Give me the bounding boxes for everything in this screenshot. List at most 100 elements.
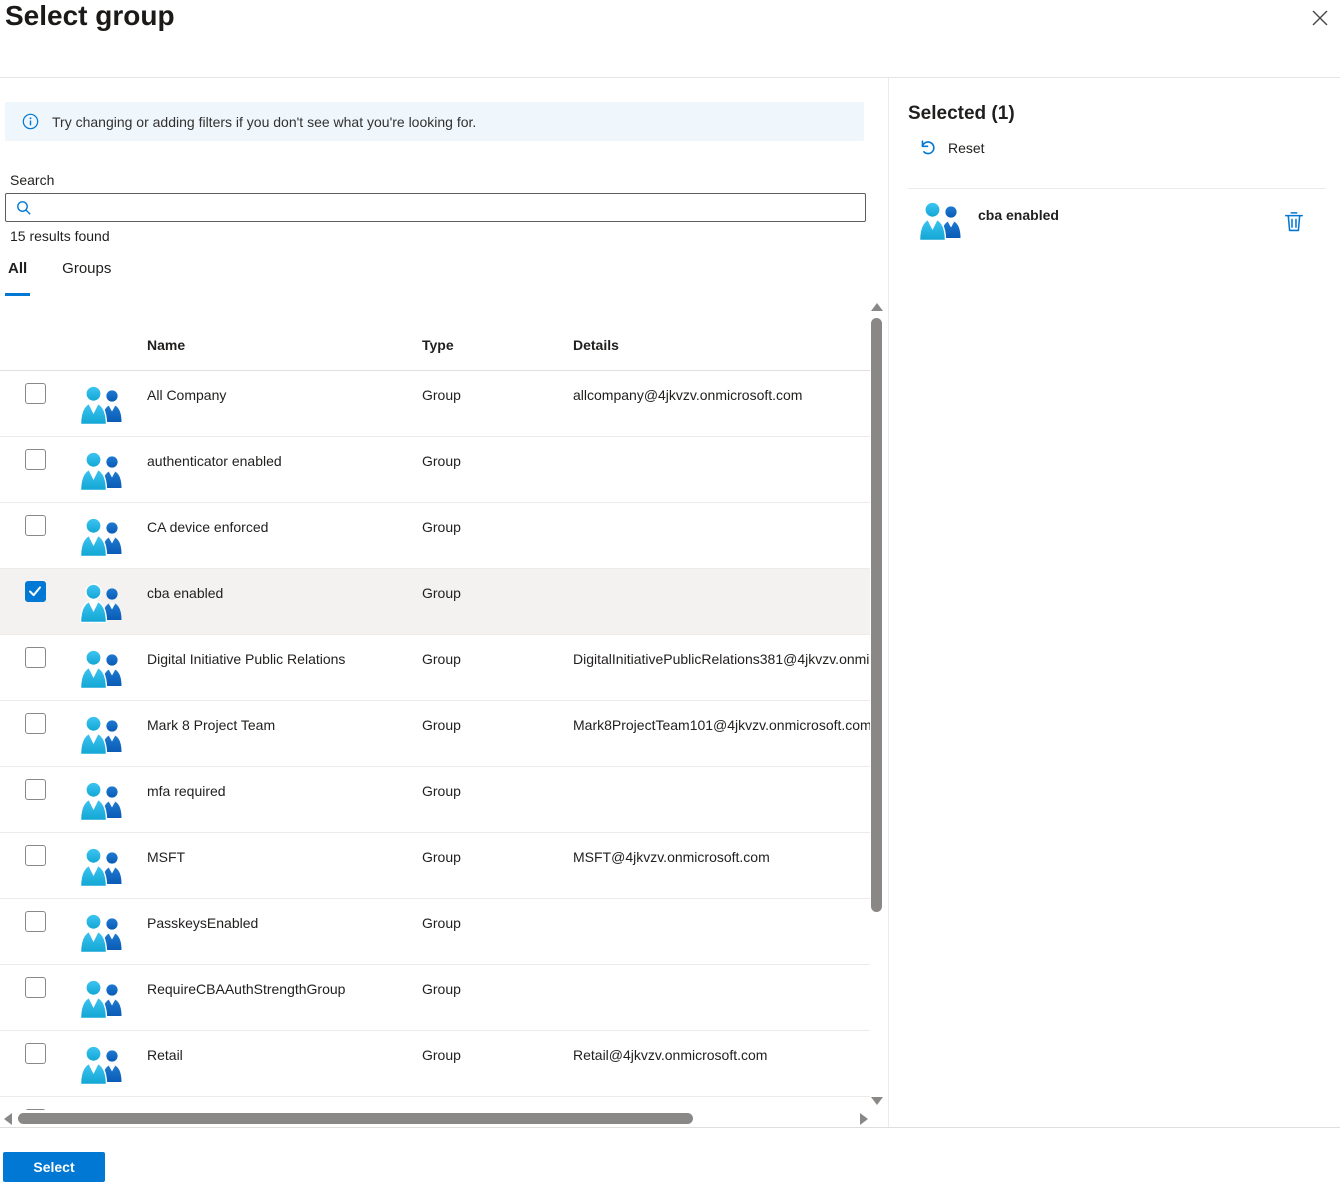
- row-checkbox[interactable]: [25, 515, 46, 536]
- info-banner: Try changing or adding filters if you do…: [5, 102, 864, 141]
- row-name: mfa required: [147, 783, 415, 799]
- horizontal-scrollbar-thumb[interactable]: [18, 1113, 693, 1124]
- row-checkbox[interactable]: [25, 1043, 46, 1064]
- row-checkbox[interactable]: [25, 977, 46, 998]
- info-icon: [22, 113, 39, 130]
- column-header-name: Name: [147, 337, 185, 353]
- row-name: CA device enforced: [147, 519, 415, 535]
- reset-button[interactable]: Reset: [918, 138, 985, 157]
- group-icon: [79, 913, 125, 953]
- scroll-left-arrow-icon[interactable]: [4, 1113, 12, 1125]
- row-type: Group: [422, 849, 567, 865]
- results-count: 15 results found: [10, 228, 110, 244]
- group-icon: [918, 201, 964, 241]
- row-details: Retail@4jkvzv.onmicrosoft.com: [573, 1047, 870, 1063]
- row-type: Group: [422, 453, 567, 469]
- table-row[interactable]: PasskeysEnabled Group: [0, 899, 870, 965]
- tab-bar: All Groups: [8, 260, 111, 287]
- row-name: Digital Initiative Public Relations: [147, 651, 415, 667]
- select-group-dialog: Select group Try changing or adding filt…: [0, 0, 1340, 1188]
- row-details: DigitalInitiativePublicRelations381@4jkv…: [573, 651, 870, 667]
- search-icon: [16, 200, 32, 216]
- group-icon: [79, 451, 125, 491]
- row-checkbox[interactable]: [25, 779, 46, 800]
- group-icon: [79, 1045, 125, 1085]
- panel-divider: [888, 78, 889, 1127]
- table-row[interactable]: Sales and Marketing Group salesandmarket…: [0, 1097, 870, 1110]
- scroll-down-arrow-icon[interactable]: [871, 1097, 883, 1105]
- footer-divider: [0, 1127, 1340, 1128]
- active-tab-underline: [5, 293, 30, 296]
- row-checkbox[interactable]: [25, 1109, 46, 1110]
- selected-panel-title: Selected (1): [908, 103, 1015, 125]
- row-name: PasskeysEnabled: [147, 915, 415, 931]
- search-label: Search: [10, 172, 54, 188]
- group-icon: [79, 385, 125, 425]
- group-icon: [79, 715, 125, 755]
- group-table: Name Type Details All Company Group allc…: [0, 300, 870, 1110]
- table-row[interactable]: All Company Group allcompany@4jkvzv.onmi…: [0, 371, 870, 437]
- scroll-up-arrow-icon[interactable]: [871, 303, 883, 311]
- row-checkbox[interactable]: [25, 845, 46, 866]
- row-details: allcompany@4jkvzv.onmicrosoft.com: [573, 387, 870, 403]
- undo-icon: [918, 138, 937, 157]
- scroll-right-arrow-icon[interactable]: [860, 1113, 868, 1125]
- row-name: MSFT: [147, 849, 415, 865]
- row-type: Group: [422, 519, 567, 535]
- tab-groups[interactable]: Groups: [62, 260, 111, 287]
- table-row[interactable]: MSFT Group MSFT@4jkvzv.onmicrosoft.com: [0, 833, 870, 899]
- search-input[interactable]: [38, 199, 865, 217]
- reset-label: Reset: [948, 140, 985, 156]
- row-type: Group: [422, 585, 567, 601]
- table-row[interactable]: cba enabled Group: [0, 569, 870, 635]
- header-divider: [0, 77, 1340, 78]
- table-row[interactable]: Mark 8 Project Team Group Mark8ProjectTe…: [0, 701, 870, 767]
- page-title: Select group: [5, 0, 175, 32]
- remove-selected-button[interactable]: [1283, 209, 1305, 233]
- row-checkbox[interactable]: [25, 383, 46, 404]
- table-row[interactable]: RequireCBAAuthStrengthGroup Group: [0, 965, 870, 1031]
- table-row[interactable]: Retail Group Retail@4jkvzv.onmicrosoft.c…: [0, 1031, 870, 1097]
- row-type: Group: [422, 783, 567, 799]
- group-icon: [79, 847, 125, 887]
- table-row[interactable]: CA device enforced Group: [0, 503, 870, 569]
- table-header: Name Type Details: [0, 300, 870, 371]
- row-name: authenticator enabled: [147, 453, 415, 469]
- table-row[interactable]: authenticator enabled Group: [0, 437, 870, 503]
- row-name: RequireCBAAuthStrengthGroup: [147, 981, 415, 997]
- row-name: Retail: [147, 1047, 415, 1063]
- group-icon: [79, 781, 125, 821]
- row-checkbox[interactable]: [25, 449, 46, 470]
- group-icon: [79, 583, 125, 623]
- row-checkbox[interactable]: [25, 911, 46, 932]
- table-row[interactable]: mfa required Group: [0, 767, 870, 833]
- tab-all[interactable]: All: [8, 260, 27, 287]
- column-header-type: Type: [422, 337, 454, 353]
- select-button[interactable]: Select: [3, 1152, 105, 1182]
- row-type: Group: [422, 915, 567, 931]
- info-banner-text: Try changing or adding filters if you do…: [52, 114, 476, 130]
- vertical-scrollbar-thumb[interactable]: [871, 318, 882, 912]
- selected-item-name: cba enabled: [978, 207, 1059, 223]
- close-icon[interactable]: [1308, 6, 1332, 30]
- horizontal-scrollbar[interactable]: [0, 1111, 876, 1127]
- group-icon: [79, 517, 125, 557]
- vertical-scrollbar[interactable]: [868, 300, 885, 1110]
- row-checkbox[interactable]: [25, 647, 46, 668]
- row-type: Group: [422, 387, 567, 403]
- table-row[interactable]: Digital Initiative Public Relations Grou…: [0, 635, 870, 701]
- selected-panel-divider: [908, 188, 1326, 189]
- group-icon: [79, 649, 125, 689]
- row-details: Mark8ProjectTeam101@4jkvzv.onmicrosoft.c…: [573, 717, 870, 733]
- table-rows: All Company Group allcompany@4jkvzv.onmi…: [0, 371, 870, 1110]
- row-name: Mark 8 Project Team: [147, 717, 415, 733]
- row-checkbox[interactable]: [25, 713, 46, 734]
- row-details: MSFT@4jkvzv.onmicrosoft.com: [573, 849, 870, 865]
- row-name: All Company: [147, 387, 415, 403]
- search-box: [5, 193, 866, 222]
- row-type: Group: [422, 1047, 567, 1063]
- row-type: Group: [422, 717, 567, 733]
- row-type: Group: [422, 981, 567, 997]
- row-name: cba enabled: [147, 585, 415, 601]
- row-checkbox[interactable]: [25, 581, 46, 602]
